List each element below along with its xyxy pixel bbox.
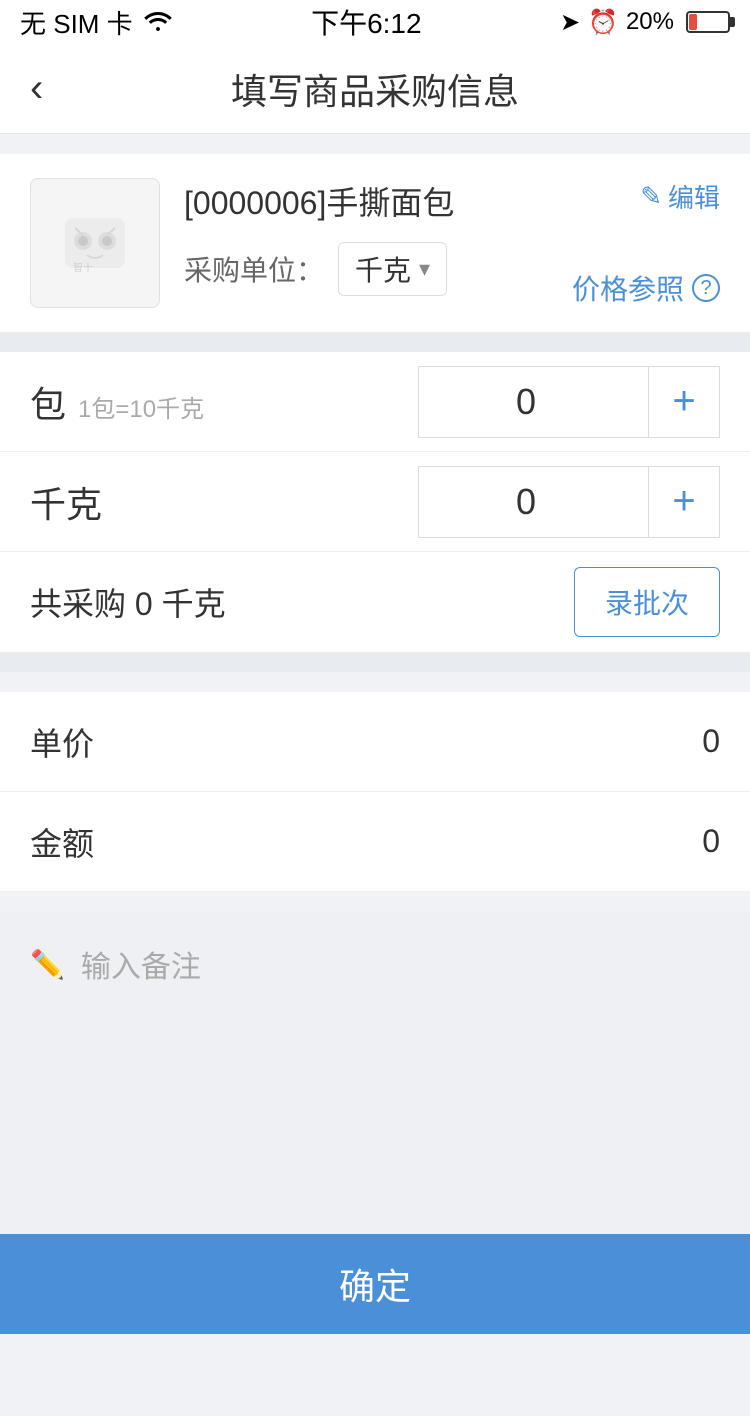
page-title: 填写商品采购信息 — [231, 63, 519, 115]
unit-label: 采购单位： — [184, 249, 324, 289]
section-divider-2 — [0, 652, 750, 672]
status-right: ➤ ⏰ 20% — [560, 8, 730, 37]
price-ref-button[interactable]: 价格参照 ? — [572, 268, 720, 308]
amount-value: 0 — [702, 823, 720, 860]
alarm-icon: ⏰ — [588, 8, 618, 37]
bao-quantity-input[interactable] — [418, 366, 648, 438]
amount-row: 金额 0 — [0, 792, 750, 892]
unit-value: 千克 — [355, 249, 411, 289]
price-section: 单价 0 金额 0 — [0, 692, 750, 892]
edit-button[interactable]: ✎ 编辑 — [640, 178, 720, 215]
amount-label: 金额 — [30, 819, 94, 865]
edit-icon: ✎ — [640, 181, 662, 212]
notes-placeholder: 输入备注 — [81, 942, 201, 986]
bao-input-row: 包 1包=10千克 + — [0, 352, 750, 452]
bao-label: 包 — [30, 376, 66, 428]
product-image: 智十 — [30, 178, 160, 308]
dropdown-arrow-icon: ▾ — [419, 256, 430, 282]
battery-pct: 20% — [626, 8, 674, 36]
bao-label-group: 包 1包=10千克 — [30, 376, 418, 428]
info-icon: ? — [692, 274, 720, 302]
price-ref-label: 价格参照 — [572, 268, 684, 308]
kg-input-row: 千克 + — [0, 452, 750, 552]
wifi-icon — [143, 7, 173, 38]
confirm-button[interactable]: 确定 — [0, 1234, 750, 1334]
unit-price-value: 0 — [702, 723, 720, 760]
location-icon: ➤ — [560, 8, 580, 37]
confirm-label: 确定 — [339, 1258, 411, 1310]
product-logo: 智十 — [55, 213, 135, 273]
bao-plus-button[interactable]: + — [648, 366, 720, 438]
product-card: 智十 [0000006]手撕面包 采购单位： 千克 ▾ ✎ 编辑 价格参照 ? — [0, 154, 750, 332]
kg-label: 千克 — [30, 476, 102, 528]
unit-price-label: 单价 — [30, 719, 94, 765]
battery-icon — [686, 11, 730, 33]
sim-label: 无 SIM 卡 — [20, 4, 133, 41]
input-section: 包 1包=10千克 + 千克 + — [0, 352, 750, 552]
total-row: 共采购 0 千克 录批次 — [0, 552, 750, 652]
status-bar: 无 SIM 卡 下午6:12 ➤ ⏰ 20% — [0, 0, 750, 44]
nav-bar: ‹ 填写商品采购信息 — [0, 44, 750, 134]
bao-sub-label: 1包=10千克 — [78, 389, 204, 424]
edit-label: 编辑 — [668, 178, 720, 215]
kg-quantity-input[interactable] — [418, 466, 648, 538]
section-divider-1 — [0, 332, 750, 352]
status-left: 无 SIM 卡 — [20, 4, 173, 41]
unit-dropdown[interactable]: 千克 ▾ — [338, 242, 447, 296]
unit-price-row: 单价 0 — [0, 692, 750, 792]
kg-plus-button[interactable]: + — [648, 466, 720, 538]
pencil-icon: ✏️ — [30, 948, 65, 981]
bao-input-right: + — [418, 366, 720, 438]
kg-input-right: + — [418, 466, 720, 538]
total-text: 共采购 0 千克 — [30, 579, 226, 625]
back-button[interactable]: ‹ — [30, 66, 43, 111]
kg-label-group: 千克 — [30, 476, 418, 528]
batch-button[interactable]: 录批次 — [574, 567, 720, 637]
svg-text:智十: 智十 — [73, 261, 93, 273]
notes-section[interactable]: ✏️ 输入备注 — [0, 912, 750, 1016]
status-time: 下午6:12 — [311, 2, 422, 42]
